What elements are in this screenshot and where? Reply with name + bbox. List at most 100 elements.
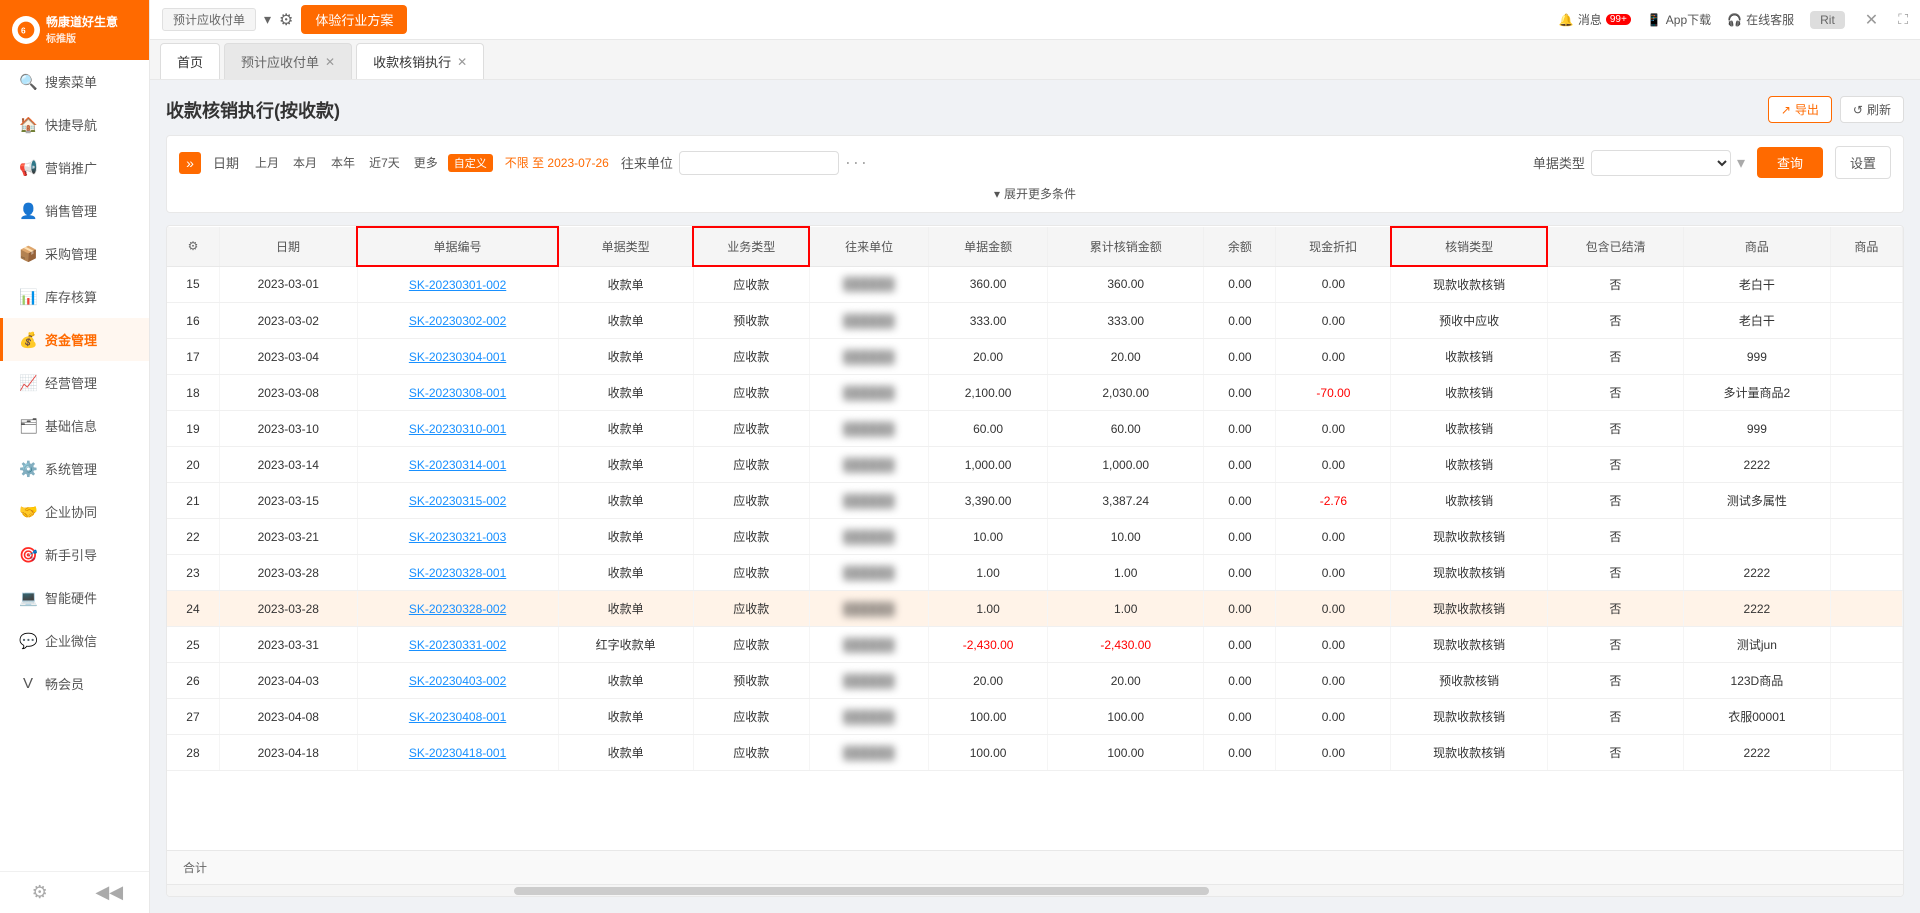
filter-date-more[interactable]: 更多 bbox=[410, 152, 442, 173]
cell-cash_discount: 0.00 bbox=[1276, 303, 1391, 339]
sidebar-item-finance[interactable]: 💰 资金管理 bbox=[0, 318, 149, 361]
topbar-message-btn[interactable]: 🔔 消息 99+ bbox=[1559, 11, 1631, 28]
topbar-service-btn[interactable]: 🎧 在线客服 bbox=[1727, 11, 1794, 28]
sidebar-item-marketing[interactable]: 📢 营销推广 bbox=[0, 146, 149, 189]
col-settings[interactable]: ⚙ bbox=[167, 227, 219, 266]
cell-doc_type: 收款单 bbox=[558, 375, 693, 411]
cell-doc_no[interactable]: SK-20230301-002 bbox=[357, 266, 558, 303]
filter-date-custom[interactable]: 自定义 bbox=[448, 154, 493, 172]
cell-seq: 20 bbox=[167, 447, 219, 483]
sidebar-item-operation[interactable]: 📈 经营管理 bbox=[0, 361, 149, 404]
cell-doc_no[interactable]: SK-20230328-001 bbox=[357, 555, 558, 591]
cell-cash_discount: 0.00 bbox=[1276, 699, 1391, 735]
sidebar-item-search[interactable]: 🔍 搜索菜单 bbox=[0, 60, 149, 103]
topbar-gear-icon[interactable]: ⚙ bbox=[279, 10, 293, 30]
sidebar-item-member[interactable]: V 畅会员 bbox=[0, 662, 149, 705]
cell-balance: 0.00 bbox=[1204, 266, 1276, 303]
sidebar-item-purchase[interactable]: 📦 采购管理 bbox=[0, 232, 149, 275]
cell-doc_type: 收款单 bbox=[558, 447, 693, 483]
sidebar-item-wechat[interactable]: 💬 企业微信 bbox=[0, 619, 149, 662]
cell-doc_no[interactable]: SK-20230302-002 bbox=[357, 303, 558, 339]
tab-receipt-close[interactable]: ✕ bbox=[457, 55, 467, 69]
topbar-expand-icon[interactable]: ⛶ bbox=[1898, 11, 1908, 28]
cell-biz_type: 应收款 bbox=[693, 266, 809, 303]
cell-include_settled: 否 bbox=[1547, 699, 1683, 735]
sidebar-item-guide[interactable]: 🎯 新手引导 bbox=[0, 533, 149, 576]
sidebar-item-basic[interactable]: 🗂 基础信息 bbox=[0, 404, 149, 447]
tab-prepay[interactable]: 预计应收付单 ✕ bbox=[224, 43, 352, 79]
tab-receipt[interactable]: 收款核销执行 ✕ bbox=[356, 43, 484, 79]
page-title: 收款核销执行(按收款) bbox=[166, 97, 340, 123]
cell-doc_no[interactable]: SK-20230321-003 bbox=[357, 519, 558, 555]
sidebar-settings-btn[interactable]: ⚙ bbox=[10, 882, 70, 903]
cell-doc_no[interactable]: SK-20230418-001 bbox=[357, 735, 558, 771]
filter-date-7days[interactable]: 近7天 bbox=[365, 152, 404, 173]
table-row: 282023-04-18SK-20230418-001收款单应收款██████1… bbox=[167, 735, 1903, 771]
filter-date-last-month[interactable]: 上月 bbox=[251, 152, 283, 173]
filter-date-this-year[interactable]: 本年 bbox=[327, 152, 359, 173]
cell-date: 2023-03-14 bbox=[219, 447, 357, 483]
sidebar-item-inventory[interactable]: 📊 库存核算 bbox=[0, 275, 149, 318]
cell-balance: 0.00 bbox=[1204, 483, 1276, 519]
tab-prepay-close[interactable]: ✕ bbox=[325, 55, 335, 69]
cell-include_settled: 否 bbox=[1547, 591, 1683, 627]
sidebar-item-quicknav[interactable]: 🏠 快捷导航 bbox=[0, 103, 149, 146]
cell-goods: 123D商品 bbox=[1683, 663, 1830, 699]
cell-cumulative: -2,430.00 bbox=[1048, 627, 1204, 663]
cell-goods: 2222 bbox=[1683, 591, 1830, 627]
cell-doc_no[interactable]: SK-20230314-001 bbox=[357, 447, 558, 483]
cell-doc_no[interactable]: SK-20230403-002 bbox=[357, 663, 558, 699]
col-cumulative: 累计核销金额 bbox=[1048, 227, 1204, 266]
topbar-user-avatar[interactable]: Rit bbox=[1810, 11, 1845, 29]
table-scrollbar[interactable] bbox=[167, 884, 1903, 896]
svg-text:6: 6 bbox=[21, 25, 26, 35]
filter-doctype-select[interactable] bbox=[1591, 150, 1731, 176]
col-date: 日期 bbox=[219, 227, 357, 266]
cell-cancel_type: 现款收款核销 bbox=[1391, 555, 1547, 591]
cell-doc_no[interactable]: SK-20230328-002 bbox=[357, 591, 558, 627]
cell-goods2 bbox=[1830, 591, 1902, 627]
filter-date-this-month[interactable]: 本月 bbox=[289, 152, 321, 173]
col-settings-icon[interactable]: ⚙ bbox=[188, 239, 199, 253]
cell-doc_type: 收款单 bbox=[558, 735, 693, 771]
cell-goods2 bbox=[1830, 339, 1902, 375]
cell-doc_no[interactable]: SK-20230315-002 bbox=[357, 483, 558, 519]
cell-doc_type: 收款单 bbox=[558, 699, 693, 735]
cell-doc_no[interactable]: SK-20230304-001 bbox=[357, 339, 558, 375]
target-icon: 🎯 bbox=[19, 546, 37, 564]
export-button[interactable]: ↗ 导出 bbox=[1768, 96, 1832, 123]
cell-doc_no[interactable]: SK-20230408-001 bbox=[357, 699, 558, 735]
settings-button[interactable]: 设置 bbox=[1835, 146, 1891, 179]
cell-cumulative: 1,000.00 bbox=[1048, 447, 1204, 483]
more-conditions-button[interactable]: ▾ 展开更多条件 bbox=[994, 185, 1076, 202]
cell-doc_no[interactable]: SK-20230308-001 bbox=[357, 375, 558, 411]
cell-goods2 bbox=[1830, 447, 1902, 483]
filter-row: » 日期 上月 本月 本年 近7天 更多 自定义 不限 至 2023-07-26… bbox=[179, 146, 1891, 179]
sidebar-item-system[interactable]: ⚙️ 系统管理 bbox=[0, 447, 149, 490]
tab-home[interactable]: 首页 bbox=[160, 43, 220, 79]
cell-doc_no[interactable]: SK-20230331-002 bbox=[357, 627, 558, 663]
filter-expand-button[interactable]: » bbox=[179, 152, 201, 174]
sidebar-item-hardware[interactable]: 💻 智能硬件 bbox=[0, 576, 149, 619]
topbar-cta-button[interactable]: 体验行业方案 bbox=[301, 5, 407, 34]
scrollbar-thumb[interactable] bbox=[514, 887, 1208, 895]
page-header: 收款核销执行(按收款) ↗ 导出 ↺ 刷新 bbox=[166, 96, 1904, 123]
sidebar-item-enterprise[interactable]: 🤝 企业协同 bbox=[0, 490, 149, 533]
cell-doc_no[interactable]: SK-20230310-001 bbox=[357, 411, 558, 447]
cell-goods: 测试多属性 bbox=[1683, 483, 1830, 519]
sidebar-collapse-btn[interactable]: ◀◀ bbox=[80, 882, 140, 903]
cell-include_settled: 否 bbox=[1547, 266, 1683, 303]
filter-counterparty-input[interactable] bbox=[679, 151, 839, 175]
sidebar-item-sales[interactable]: 👤 销售管理 bbox=[0, 189, 149, 232]
cell-doc_amount: 20.00 bbox=[929, 663, 1048, 699]
topbar-dropdown-btn[interactable]: ▾ bbox=[264, 11, 271, 28]
cell-cumulative: 10.00 bbox=[1048, 519, 1204, 555]
topbar-app-btn[interactable]: 📱 App下载 bbox=[1647, 11, 1711, 28]
topbar-close-icon[interactable]: ✕ bbox=[1861, 10, 1882, 30]
query-button[interactable]: 查询 bbox=[1757, 147, 1823, 178]
cell-cumulative: 20.00 bbox=[1048, 339, 1204, 375]
refresh-button[interactable]: ↺ 刷新 bbox=[1840, 96, 1904, 123]
table-row: 262023-04-03SK-20230403-002收款单预收款██████2… bbox=[167, 663, 1903, 699]
filter-doctype-label: 单据类型 bbox=[1533, 153, 1585, 172]
cell-doc_amount: 100.00 bbox=[929, 699, 1048, 735]
